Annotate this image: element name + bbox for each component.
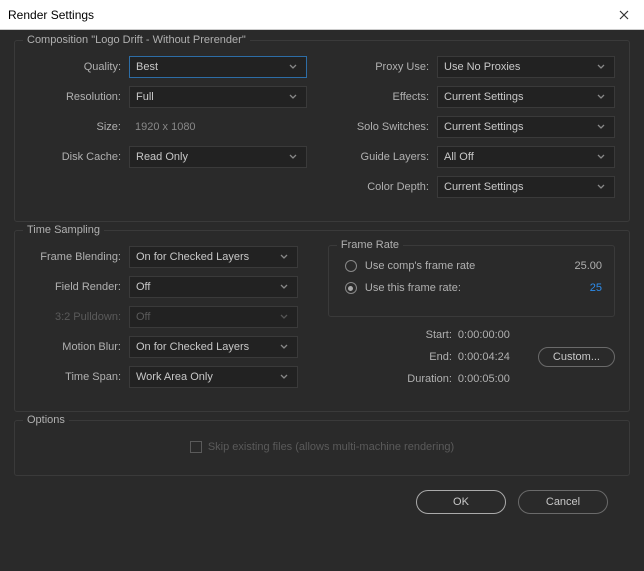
solo-dropdown[interactable]: Current Settings xyxy=(437,116,615,138)
resolution-value: Full xyxy=(136,91,286,103)
titlebar: Render Settings xyxy=(0,0,644,30)
skip-files-label: Skip existing files (allows multi-machin… xyxy=(208,441,454,453)
options-legend: Options xyxy=(23,414,69,426)
size-value: 1920 x 1080 xyxy=(129,121,307,133)
cancel-button[interactable]: Cancel xyxy=(518,490,608,514)
proxy-label: Proxy Use: xyxy=(337,61,437,73)
solo-label: Solo Switches: xyxy=(337,121,437,133)
time-span-value: Work Area Only xyxy=(136,371,277,383)
solo-value: Current Settings xyxy=(444,121,594,133)
field-render-label: Field Render: xyxy=(29,281,129,293)
time-span-label: Time Span: xyxy=(29,371,129,383)
time-sampling-right-col: Frame Rate Use comp's frame rate 25.00 U… xyxy=(328,245,615,395)
comp-rate-value: 25.00 xyxy=(564,260,602,272)
quality-label: Quality: xyxy=(29,61,129,73)
composition-right-col: Proxy Use: Use No Proxies Effects: Curre… xyxy=(337,55,615,205)
depth-label: Color Depth: xyxy=(337,181,437,193)
depth-value: Current Settings xyxy=(444,181,594,193)
chevron-down-icon xyxy=(277,251,291,263)
guide-dropdown[interactable]: All Off xyxy=(437,146,615,168)
skip-files-checkbox xyxy=(190,441,202,453)
start-label: Start: xyxy=(398,329,458,341)
end-value: 0:00:04:24 xyxy=(458,351,538,363)
dialog-footer: OK Cancel xyxy=(14,484,630,514)
size-label: Size: xyxy=(29,121,129,133)
diskcache-label: Disk Cache: xyxy=(29,151,129,163)
chevron-down-icon xyxy=(594,151,608,163)
field-render-value: Off xyxy=(136,281,277,293)
effects-value: Current Settings xyxy=(444,91,594,103)
chevron-down-icon xyxy=(277,311,291,323)
effects-dropdown[interactable]: Current Settings xyxy=(437,86,615,108)
frame-blending-value: On for Checked Layers xyxy=(136,251,277,263)
motion-blur-value: On for Checked Layers xyxy=(136,341,277,353)
composition-left-col: Quality: Best Resolution: Full Size: 192 xyxy=(29,55,307,205)
timing-block: Start: 0:00:00:00 End: 0:00:04:24 Custom… xyxy=(328,329,615,385)
chevron-down-icon xyxy=(277,371,291,383)
time-sampling-left-col: Frame Blending: On for Checked Layers Fi… xyxy=(29,245,298,395)
frame-rate-group: Frame Rate Use comp's frame rate 25.00 U… xyxy=(328,245,615,317)
chevron-down-icon xyxy=(286,61,300,73)
options-group: Options Skip existing files (allows mult… xyxy=(14,420,630,476)
proxy-value: Use No Proxies xyxy=(444,61,594,73)
motion-blur-dropdown[interactable]: On for Checked Layers xyxy=(129,336,298,358)
quality-dropdown[interactable]: Best xyxy=(129,56,307,78)
duration-label: Duration: xyxy=(398,373,458,385)
field-render-dropdown[interactable]: Off xyxy=(129,276,298,298)
chevron-down-icon xyxy=(594,181,608,193)
time-span-dropdown[interactable]: Work Area Only xyxy=(129,366,298,388)
motion-blur-label: Motion Blur: xyxy=(29,341,129,353)
time-sampling-group: Time Sampling Frame Blending: On for Che… xyxy=(14,230,630,412)
chevron-down-icon xyxy=(594,91,608,103)
window-title: Render Settings xyxy=(8,8,604,22)
close-icon xyxy=(619,10,629,20)
depth-dropdown[interactable]: Current Settings xyxy=(437,176,615,198)
chevron-down-icon xyxy=(277,341,291,353)
time-sampling-legend: Time Sampling xyxy=(23,224,104,236)
composition-legend: Composition "Logo Drift - Without Preren… xyxy=(23,34,250,46)
radio-this-rate-label: Use this frame rate: xyxy=(365,282,580,294)
proxy-dropdown[interactable]: Use No Proxies xyxy=(437,56,615,78)
chevron-down-icon xyxy=(277,281,291,293)
composition-group: Composition "Logo Drift - Without Preren… xyxy=(14,40,630,222)
end-label: End: xyxy=(398,351,458,363)
frame-rate-legend: Frame Rate xyxy=(337,239,403,251)
chevron-down-icon xyxy=(594,121,608,133)
guide-value: All Off xyxy=(444,151,594,163)
resolution-dropdown[interactable]: Full xyxy=(129,86,307,108)
pulldown-value: Off xyxy=(136,311,277,323)
this-rate-value[interactable]: 25 xyxy=(580,282,602,294)
quality-value: Best xyxy=(136,61,286,73)
diskcache-dropdown[interactable]: Read Only xyxy=(129,146,307,168)
resolution-label: Resolution: xyxy=(29,91,129,103)
start-value: 0:00:00:00 xyxy=(458,329,538,341)
chevron-down-icon xyxy=(286,151,300,163)
guide-label: Guide Layers: xyxy=(337,151,437,163)
chevron-down-icon xyxy=(594,61,608,73)
radio-comp-rate[interactable] xyxy=(345,260,357,272)
frame-blending-dropdown[interactable]: On for Checked Layers xyxy=(129,246,298,268)
radio-this-rate[interactable] xyxy=(345,282,357,294)
radio-comp-rate-label: Use comp's frame rate xyxy=(365,260,565,272)
diskcache-value: Read Only xyxy=(136,151,286,163)
effects-label: Effects: xyxy=(337,91,437,103)
frame-blending-label: Frame Blending: xyxy=(29,251,129,263)
duration-value: 0:00:05:00 xyxy=(458,373,538,385)
custom-button[interactable]: Custom... xyxy=(538,347,615,367)
ok-button[interactable]: OK xyxy=(416,490,506,514)
close-button[interactable] xyxy=(604,0,644,30)
pulldown-dropdown: Off xyxy=(129,306,298,328)
pulldown-label: 3:2 Pulldown: xyxy=(29,311,129,323)
chevron-down-icon xyxy=(286,91,300,103)
